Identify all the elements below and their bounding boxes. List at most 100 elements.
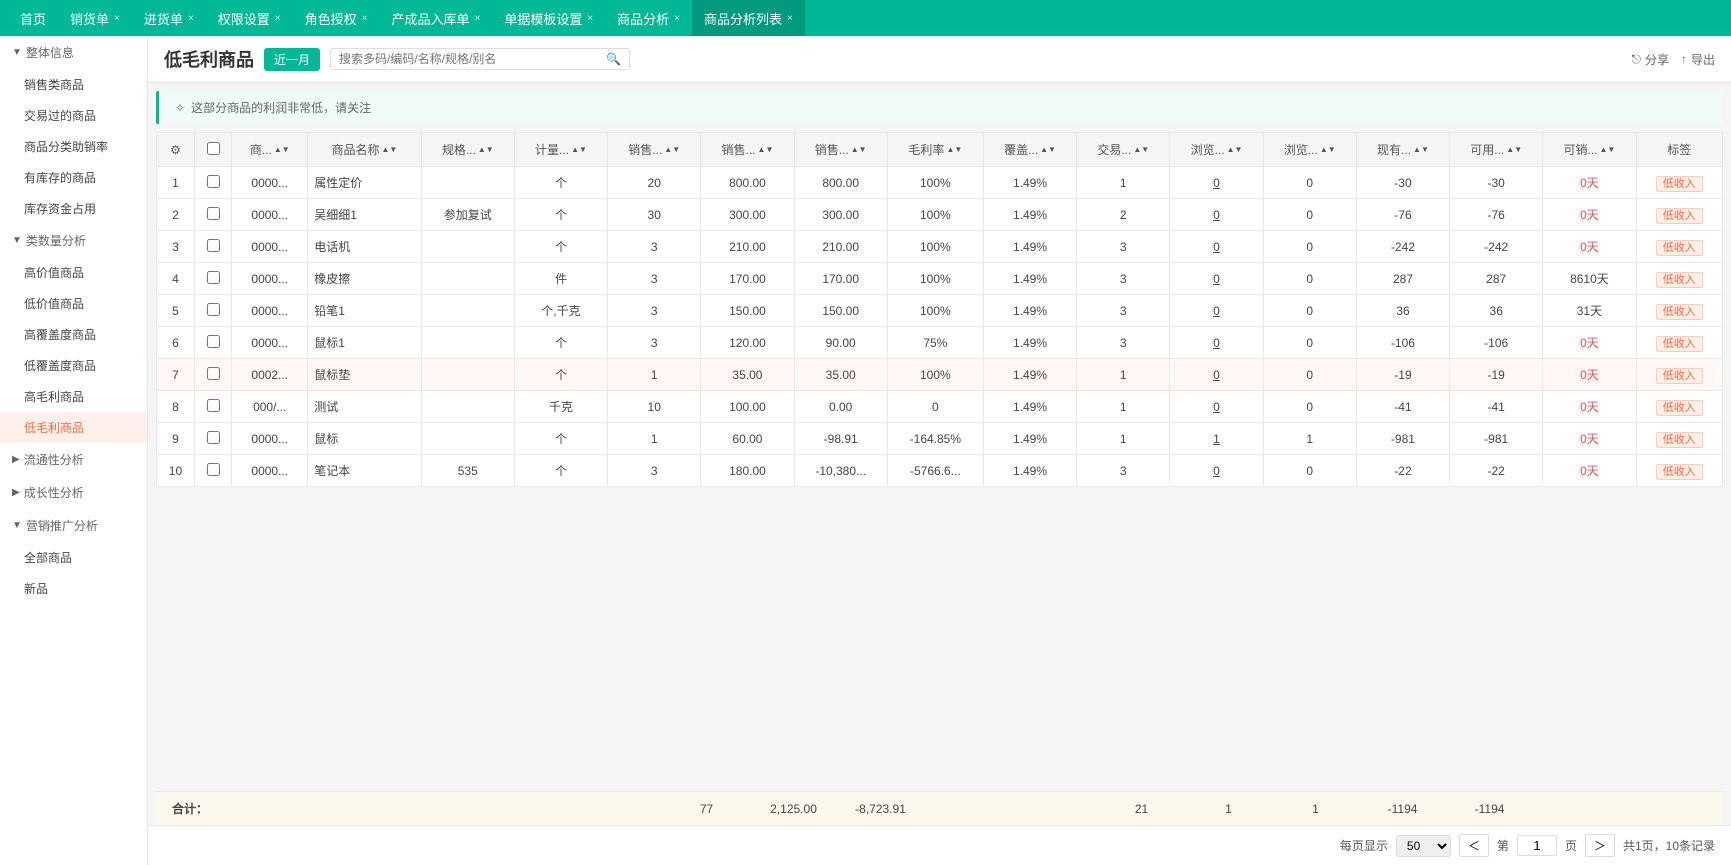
select-all-checkbox[interactable] [207,142,220,155]
close-icon[interactable]: × [587,13,593,24]
sidebar-group-overall[interactable]: ▼ 整体信息 [0,36,147,69]
sort-icon[interactable]: ▲▼ [571,146,587,154]
row-name[interactable]: 电话机 [308,231,421,263]
sidebar-group-growth[interactable]: ▶ 成长性分析 [0,476,147,509]
close-icon[interactable]: × [275,13,281,24]
sort-icon[interactable]: ▲▼ [851,146,867,154]
row-view1[interactable]: 1 [1170,423,1263,455]
row-select-checkbox[interactable] [207,175,220,188]
nav-template-settings[interactable]: 单据模板设置× [492,0,605,36]
sidebar-item-low-coverage[interactable]: 低覆盖度商品 [0,350,147,381]
row-view1[interactable]: 0 [1170,327,1263,359]
row-select-checkbox[interactable] [207,207,220,220]
row-checkbox[interactable] [194,263,231,295]
search-input[interactable] [339,52,606,66]
row-checkbox[interactable] [194,455,231,487]
row-checkbox[interactable] [194,199,231,231]
page-number-input[interactable] [1517,835,1557,856]
nav-sales[interactable]: 销货单× [58,0,132,36]
row-view1[interactable]: 0 [1170,295,1263,327]
sidebar-item-all-goods[interactable]: 全部商品 [0,542,147,573]
share-button[interactable]: ⎋ 分享 [1631,51,1669,68]
row-checkbox[interactable] [194,423,231,455]
sidebar-item-traded-goods[interactable]: 交易过的商品 [0,100,147,131]
col-settings[interactable]: ⚙ [157,133,195,167]
nav-product-analysis-list[interactable]: 商品分析列表× [692,0,805,36]
sort-icon[interactable]: ▲▼ [1040,146,1056,154]
row-name[interactable]: 吴细细1 [308,199,421,231]
row-view1[interactable]: 0 [1170,199,1263,231]
sidebar-group-quantity[interactable]: ▼ 类数量分析 [0,224,147,257]
row-select-checkbox[interactable] [207,399,220,412]
nav-product-analysis[interactable]: 商品分析× [605,0,692,36]
row-name[interactable]: 鼠标1 [308,327,421,359]
sidebar-item-sales-goods[interactable]: 销售类商品 [0,69,147,100]
nav-home[interactable]: 首页 [8,0,58,36]
row-name[interactable]: 属性定价 [308,167,421,199]
sidebar-item-stock-capital[interactable]: 库存资金占用 [0,193,147,224]
sort-icon[interactable]: ▲▼ [1133,146,1149,154]
row-select-checkbox[interactable] [207,239,220,252]
sidebar-item-high-value[interactable]: 高价值商品 [0,257,147,288]
nav-product-entry[interactable]: 产成品入库单× [379,0,492,36]
row-select-checkbox[interactable] [207,335,220,348]
row-checkbox[interactable] [194,295,231,327]
row-select-checkbox[interactable] [207,303,220,316]
row-view1[interactable]: 0 [1170,231,1263,263]
row-name[interactable]: 笔记本 [308,455,421,487]
row-checkbox[interactable] [194,391,231,423]
page-size-select[interactable]: 50 20 100 [1396,835,1451,857]
date-filter-button[interactable]: 近一月 [264,48,320,71]
sidebar-group-circulation[interactable]: ▶ 流通性分析 [0,443,147,476]
sidebar-item-in-stock[interactable]: 有库存的商品 [0,162,147,193]
row-view1[interactable]: 0 [1170,391,1263,423]
row-name[interactable]: 橡皮擦 [308,263,421,295]
sidebar-item-new-goods[interactable]: 新品 [0,573,147,604]
row-checkbox[interactable] [194,167,231,199]
sort-icon[interactable]: ▲▼ [1227,146,1243,154]
next-page-button[interactable]: ＞ [1585,834,1615,857]
sidebar-item-high-coverage[interactable]: 高覆盖度商品 [0,319,147,350]
row-checkbox[interactable] [194,327,231,359]
sidebar-item-high-margin[interactable]: 高毛利商品 [0,381,147,412]
sidebar-item-category-rate[interactable]: 商品分类助销率 [0,131,147,162]
sort-icon[interactable]: ▲▼ [478,146,494,154]
sort-icon[interactable]: ▲▼ [1506,146,1522,154]
sort-icon[interactable]: ▲▼ [1600,146,1616,154]
row-name[interactable]: 测试 [308,391,421,423]
close-icon[interactable]: × [674,13,680,24]
sidebar-item-low-value[interactable]: 低价值商品 [0,288,147,319]
sort-icon[interactable]: ▲▼ [1413,146,1429,154]
row-view1[interactable]: 0 [1170,263,1263,295]
sort-icon[interactable]: ▲▼ [382,146,398,154]
search-icon[interactable]: 🔍 [606,52,621,66]
sort-icon[interactable]: ▲▼ [664,146,680,154]
row-name[interactable]: 鼠标 [308,423,421,455]
sort-icon[interactable]: ▲▼ [946,146,962,154]
row-select-checkbox[interactable] [207,271,220,284]
close-icon[interactable]: × [188,13,194,24]
nav-roles[interactable]: 角色授权× [293,0,380,36]
row-name[interactable]: 铅笔1 [308,295,421,327]
row-checkbox[interactable] [194,231,231,263]
row-name[interactable]: 鼠标垫 [308,359,421,391]
sort-icon[interactable]: ▲▼ [758,146,774,154]
nav-purchase[interactable]: 进货单× [132,0,206,36]
sort-icon[interactable]: ▲▼ [1320,146,1336,154]
row-view1[interactable]: 0 [1170,455,1263,487]
row-checkbox[interactable] [194,359,231,391]
nav-permissions[interactable]: 权限设置× [206,0,293,36]
col-checkbox[interactable] [194,133,231,167]
row-view1[interactable]: 0 [1170,167,1263,199]
sidebar-group-marketing[interactable]: ▼ 营销推广分析 [0,509,147,542]
close-icon[interactable]: × [114,13,120,24]
row-select-checkbox[interactable] [207,463,220,476]
export-button[interactable]: ↑ 导出 [1681,51,1715,68]
sort-icon[interactable]: ▲▼ [274,146,290,154]
sidebar-item-low-margin[interactable]: 低毛利商品 [0,412,147,443]
row-view1[interactable]: 0 [1170,359,1263,391]
row-select-checkbox[interactable] [207,367,220,380]
row-select-checkbox[interactable] [207,431,220,444]
close-icon[interactable]: × [787,13,793,24]
prev-page-button[interactable]: ＜ [1459,834,1489,857]
